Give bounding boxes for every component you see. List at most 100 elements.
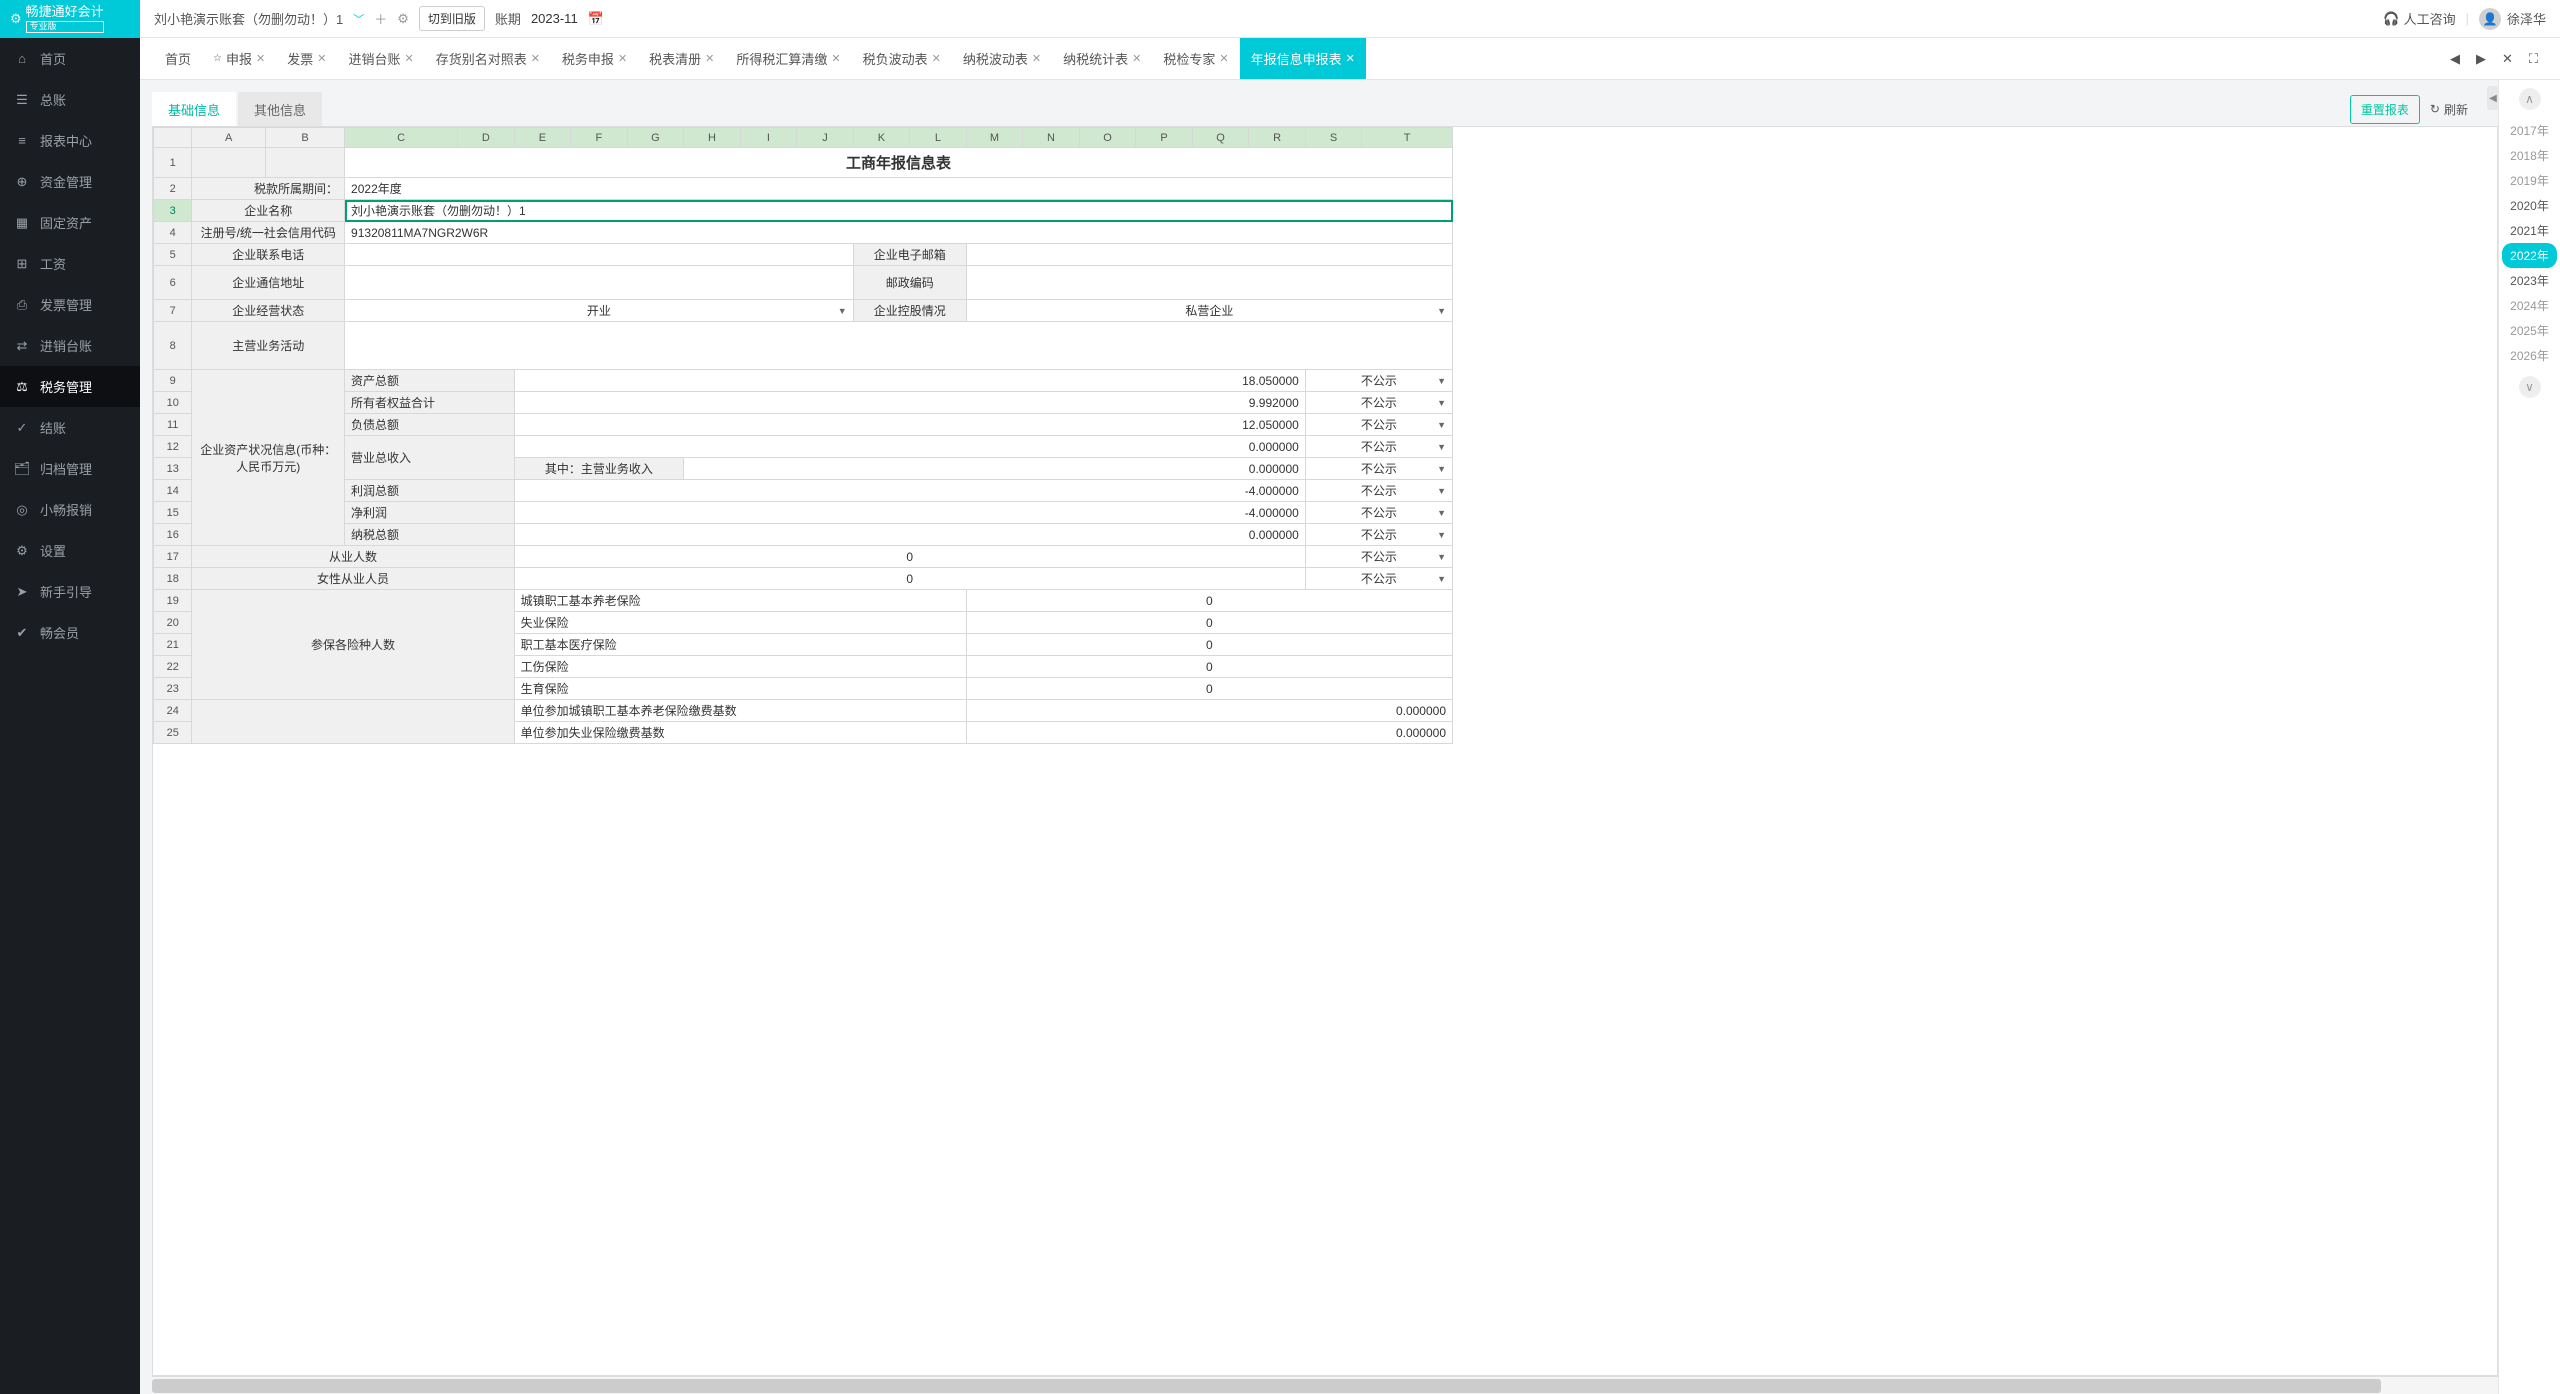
nav-item-7[interactable]: ⇄进销台账 [0,325,140,366]
user-menu[interactable]: 👤徐泽华 [2479,8,2546,30]
col-header[interactable]: K [853,128,910,148]
nav-item-3[interactable]: ⊕资金管理 [0,161,140,202]
address-input[interactable] [345,266,854,300]
year-item[interactable]: 2017年 [2502,118,2557,143]
subtab-basic[interactable]: 基础信息 [152,92,236,127]
close-icon[interactable]: ✕ [1346,52,1355,65]
nav-item-4[interactable]: ▦固定资产 [0,202,140,243]
col-header[interactable]: M [966,128,1023,148]
col-header[interactable]: B [265,128,344,148]
nav-item-6[interactable]: ⎙发票管理 [0,284,140,325]
tab-prev-icon[interactable]: ◀ [2442,51,2468,67]
reset-report-button[interactable]: 重置报表 [2350,95,2420,124]
tab-0[interactable]: 首页 [154,38,202,79]
year-item[interactable]: 2025年 [2502,318,2557,343]
corner-cell[interactable] [154,128,192,148]
collapse-panel-icon[interactable]: ◀ [2487,86,2499,110]
tab-close-icon[interactable]: ✕ [2494,51,2521,67]
close-icon[interactable]: ✕ [317,52,326,65]
account-selector[interactable]: 刘小艳演示账套（勿删勿动！）1 [154,9,343,28]
col-header[interactable]: T [1362,128,1453,148]
year-down-icon[interactable]: ∨ [2519,376,2541,398]
tab-1[interactable]: ☆申报 ✕ [202,38,276,79]
col-header[interactable]: N [1023,128,1080,148]
nav-item-9[interactable]: ✓结账 [0,407,140,448]
refresh-button[interactable]: ↻ 刷新 [2430,101,2468,118]
chevron-down-icon[interactable]: ﹀ [353,11,364,27]
close-icon[interactable]: ✕ [404,52,413,65]
plus-icon[interactable]: ＋ [374,9,387,28]
tab-4[interactable]: 存货别名对照表 ✕ [425,38,551,79]
tab-next-icon[interactable]: ▶ [2468,51,2494,67]
nav-item-5[interactable]: ⊞工资 [0,243,140,284]
gear-icon[interactable]: ⚙ [397,11,409,27]
nav-item-1[interactable]: ☰总账 [0,79,140,120]
close-icon[interactable]: ✕ [831,52,840,65]
col-header[interactable]: L [910,128,967,148]
year-item[interactable]: 2021年 [2502,218,2557,243]
close-icon[interactable]: ✕ [531,52,540,65]
fullscreen-icon[interactable]: ⛶ [2521,51,2546,67]
nav-item-14[interactable]: ✔畅会员 [0,612,140,653]
nav-item-2[interactable]: ≡报表中心 [0,120,140,161]
spreadsheet[interactable]: ABCDEFGHIJKLMNOPQRST 1工商年报信息表 2税款所属期间：20… [152,126,2498,1376]
company-name-input[interactable]: 刘小艳演示账套（勿删勿动！）1 [345,200,1453,222]
tab-9[interactable]: 纳税波动表 ✕ [952,38,1052,79]
year-up-icon[interactable]: ∧ [2519,88,2541,110]
close-icon[interactable]: ✕ [618,52,627,65]
tab-2[interactable]: 发票 ✕ [276,38,337,79]
col-header[interactable]: A [192,128,265,148]
close-icon[interactable]: ✕ [1219,52,1228,65]
switch-old-button[interactable]: 切到旧版 [419,6,485,31]
year-item[interactable]: 2018年 [2502,143,2557,168]
status-select[interactable]: 开业 [345,300,854,322]
consult-link[interactable]: 🎧 人工咨询 [2383,9,2455,28]
close-icon[interactable]: ✕ [1132,52,1141,65]
calendar-icon[interactable]: 📅 [588,11,604,27]
col-header[interactable]: J [797,128,854,148]
phone-input[interactable] [345,244,854,266]
postcode-input[interactable] [966,266,1452,300]
tab-3[interactable]: 进销台账 ✕ [337,38,424,79]
close-icon[interactable]: ✕ [705,52,714,65]
col-header[interactable]: O [1079,128,1136,148]
close-icon[interactable]: ✕ [932,52,941,65]
nav-item-13[interactable]: ➤新手引导 [0,571,140,612]
col-header[interactable]: I [740,128,797,148]
tab-10[interactable]: 纳税统计表 ✕ [1052,38,1152,79]
holding-select[interactable]: 私营企业 [966,300,1452,322]
subtab-other[interactable]: 其他信息 [238,92,322,127]
year-item[interactable]: 2024年 [2502,293,2557,318]
year-item[interactable]: 2022年 [2502,243,2557,268]
year-item[interactable]: 2020年 [2502,193,2557,218]
close-icon[interactable]: ✕ [256,52,265,65]
reg-code-input[interactable]: 91320811MA7NGR2W6R [345,222,1453,244]
col-header[interactable]: S [1305,128,1362,148]
year-item[interactable]: 2023年 [2502,268,2557,293]
period-value[interactable]: 2023-11 [531,11,578,26]
tab-8[interactable]: 税负波动表 ✕ [852,38,952,79]
col-header[interactable]: G [627,128,684,148]
email-input[interactable] [966,244,1452,266]
nav-item-8[interactable]: ⚖税务管理 [0,366,140,407]
nav-item-11[interactable]: ◎小畅报销 [0,489,140,530]
col-header[interactable]: Q [1192,128,1249,148]
col-header[interactable]: E [514,128,571,148]
nav-item-0[interactable]: ⌂首页 [0,38,140,79]
year-item[interactable]: 2019年 [2502,168,2557,193]
col-header[interactable]: P [1136,128,1193,148]
col-header[interactable]: F [571,128,628,148]
main-business-input[interactable] [345,322,1453,370]
horizontal-scrollbar[interactable] [152,1376,2498,1394]
tab-12[interactable]: 年报信息申报表 ✕ [1240,38,1366,79]
close-icon[interactable]: ✕ [1032,52,1041,65]
tab-11[interactable]: 税检专家 ✕ [1152,38,1239,79]
col-header[interactable]: C [345,128,458,148]
period-value[interactable]: 2022年度 [345,178,1453,200]
col-header[interactable]: D [458,128,515,148]
tab-5[interactable]: 税务申报 ✕ [551,38,638,79]
tab-7[interactable]: 所得税汇算清缴 ✕ [725,38,851,79]
col-header[interactable]: H [684,128,741,148]
publish-select[interactable]: 不公示 [1305,370,1452,392]
tab-6[interactable]: 税表清册 ✕ [638,38,725,79]
